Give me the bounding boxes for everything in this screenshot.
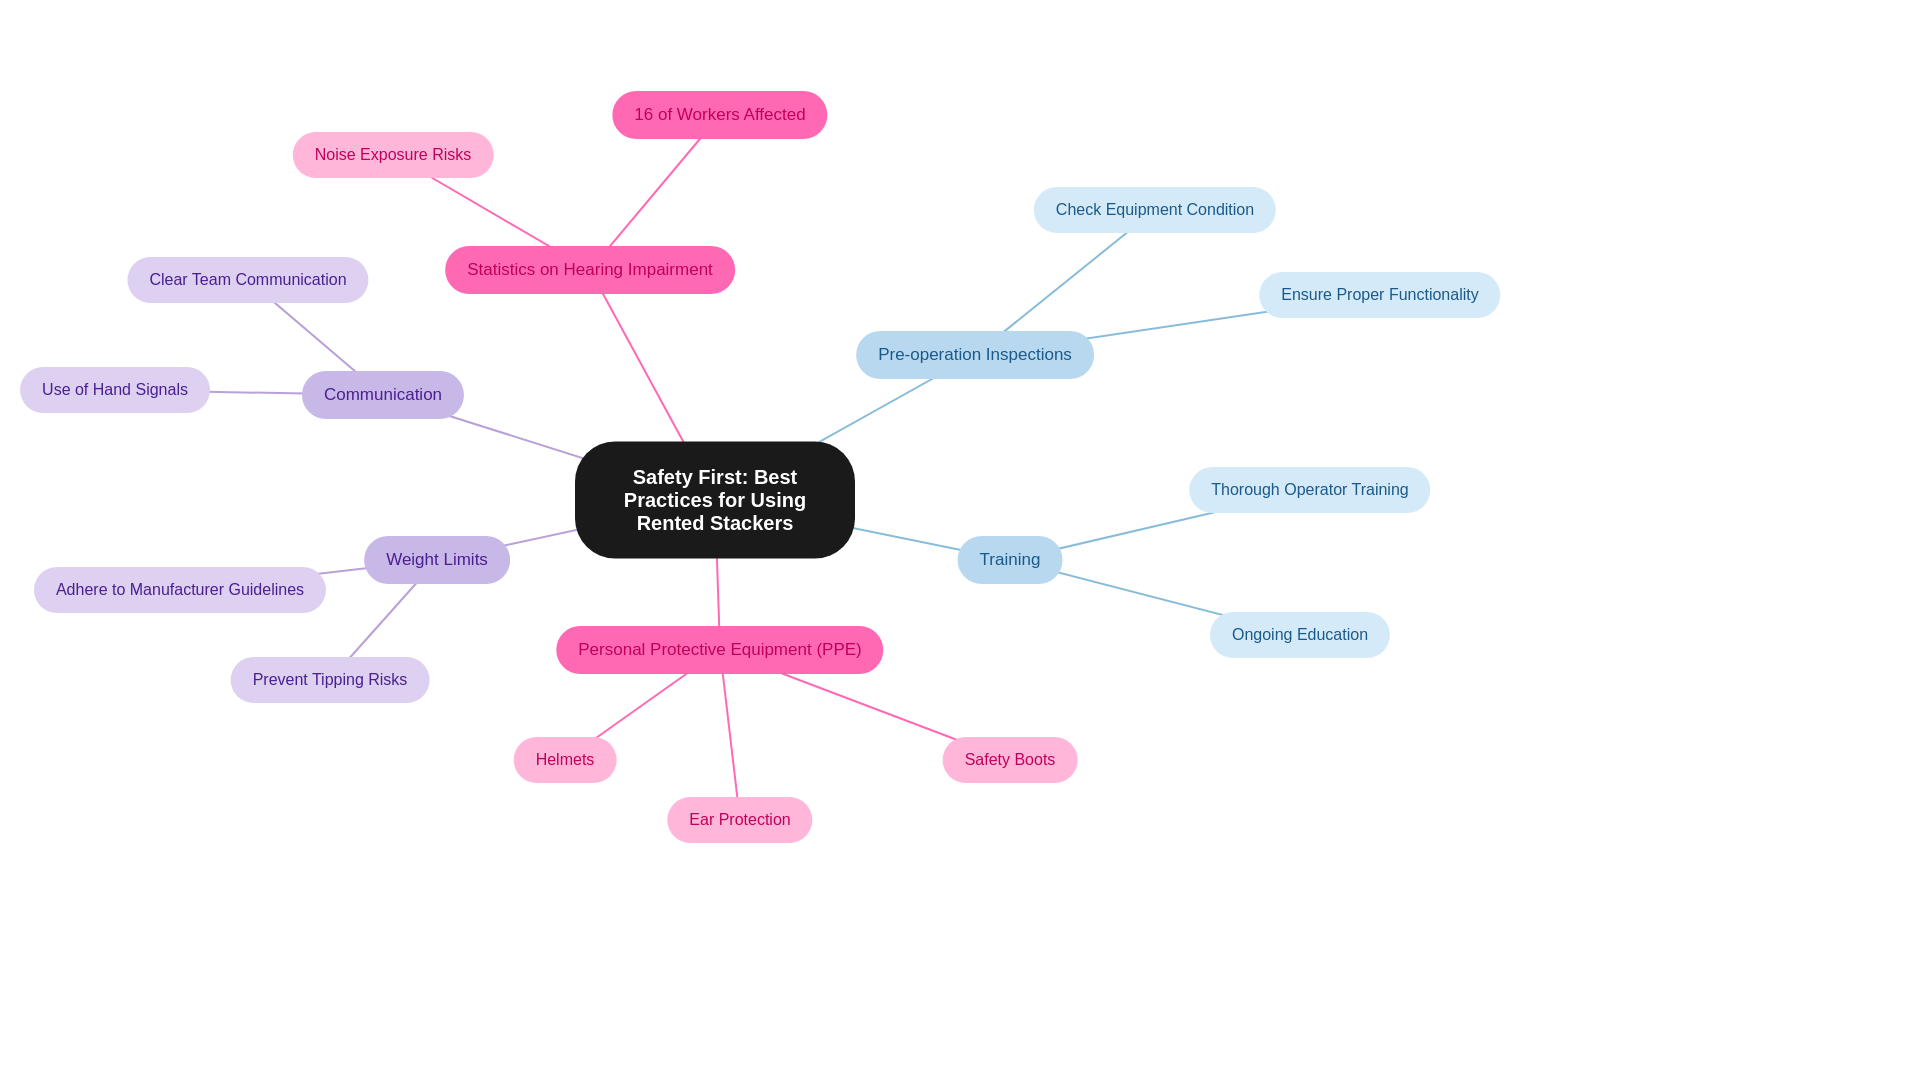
node-thorough-training: Thorough Operator Training — [1189, 467, 1430, 513]
node-communication: Communication — [302, 371, 464, 419]
node-ensure-functionality: Ensure Proper Functionality — [1259, 272, 1500, 318]
svg-line-13 — [720, 650, 740, 820]
node-safety-boots: Safety Boots — [943, 737, 1078, 783]
node-ear-protection: Ear Protection — [667, 797, 812, 843]
node-weight-limits: Weight Limits — [364, 536, 510, 584]
node-training: Training — [958, 536, 1063, 584]
center-node: Safety First: Best Practices for Using R… — [575, 442, 855, 559]
node-stats-hearing: Statistics on Hearing Impairment — [445, 246, 735, 294]
node-ppe: Personal Protective Equipment (PPE) — [556, 626, 883, 674]
node-helmets: Helmets — [514, 737, 617, 783]
node-ongoing-education: Ongoing Education — [1210, 612, 1390, 658]
node-pre-op: Pre-operation Inspections — [856, 331, 1094, 379]
node-clear-team: Clear Team Communication — [127, 257, 368, 303]
node-16workers: 16 of Workers Affected — [612, 91, 827, 139]
node-check-equipment: Check Equipment Condition — [1034, 187, 1276, 233]
node-hand-signals: Use of Hand Signals — [20, 367, 210, 413]
node-noise-exposure: Noise Exposure Risks — [293, 132, 494, 178]
node-adhere-manufacturer: Adhere to Manufacturer Guidelines — [34, 567, 326, 613]
mindmap-container: Safety First: Best Practices for Using R… — [0, 0, 1920, 1083]
node-prevent-tipping: Prevent Tipping Risks — [231, 657, 430, 703]
connections-svg — [0, 0, 1920, 1083]
